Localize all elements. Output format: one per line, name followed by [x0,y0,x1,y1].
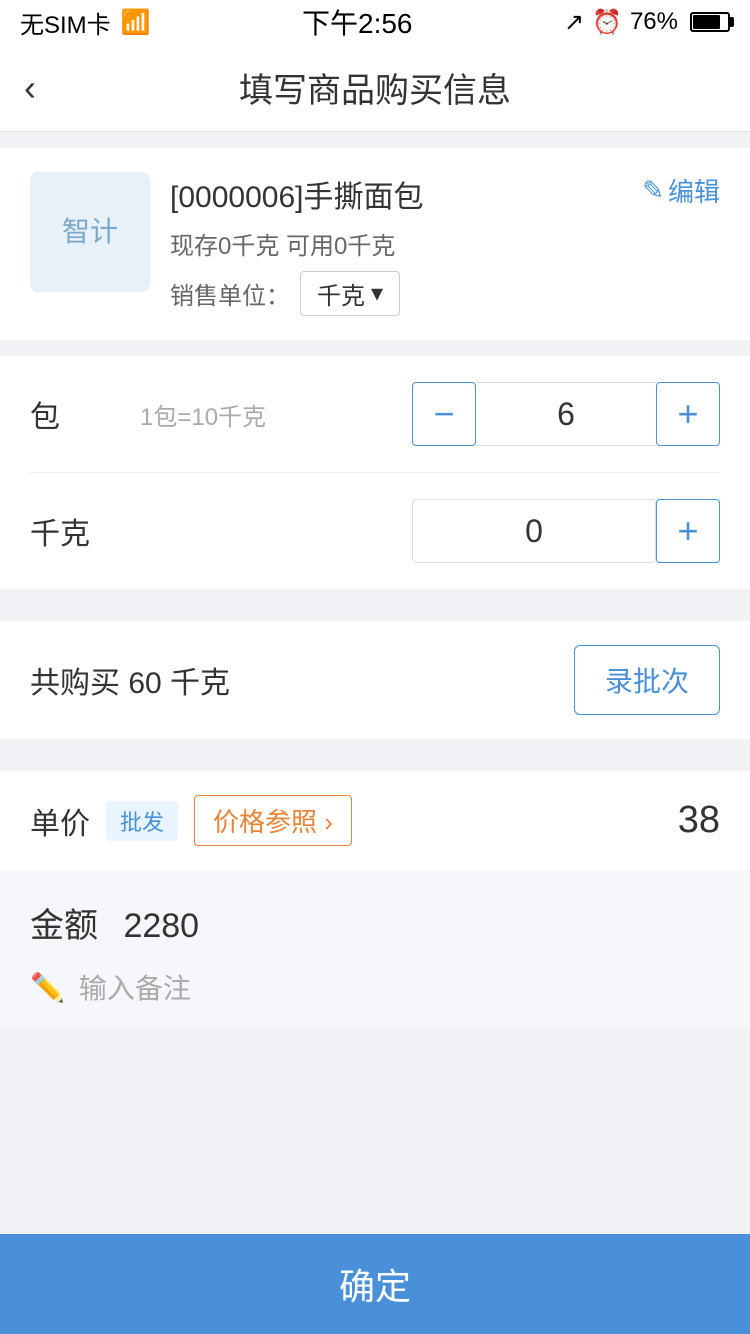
battery-percent: 76% [630,8,678,36]
nav-bar: ‹ 填写商品购买信息 [0,44,750,132]
kg-quantity-input[interactable] [412,499,656,563]
product-info: [0000006]手撕面包 ✎ 编辑 现存0千克 可用0千克 销售单位： 千克 … [170,172,720,316]
dropdown-icon: ▾ [371,279,383,308]
pack-row: 包 1包=10千克 − + [30,356,720,473]
back-button[interactable]: ‹ [24,67,36,109]
edit-label: 编辑 [668,172,720,209]
pack-hint: 1包=10千克 [140,397,412,432]
divider-3 [0,739,750,755]
price-type-tag: 批发 [106,801,178,841]
price-ref-button[interactable]: 价格参照 › [194,795,352,846]
price-row: 单价 批发 价格参照 › 38 [30,795,720,846]
kg-plus-button[interactable]: + [656,499,720,563]
carrier-label: 无SIM卡 [20,5,111,40]
note-row[interactable]: ✏️ 输入备注 [30,967,720,1007]
product-logo: 智计 [62,215,118,249]
summary-text: 共购买 60 千克 [30,658,230,702]
product-stock: 现存0千克 可用0千克 [170,226,720,261]
wifi-icon: 📶 [121,8,151,37]
status-time: 下午2:56 [302,2,413,42]
main-content: 智计 [0000006]手撕面包 ✎ 编辑 现存0千克 可用0千克 销售单位： … [0,132,750,1327]
kg-label: 千克 [30,509,130,553]
price-section: 单价 批发 价格参照 › 38 [0,771,750,870]
quantity-section: 包 1包=10千克 − + 千克 + [0,356,750,589]
pack-quantity-input[interactable] [476,382,656,446]
confirm-bar[interactable]: 确定 [0,1234,750,1334]
unit-label: 销售单位： [170,276,290,311]
divider-2 [0,589,750,605]
status-right: ↗ ⏰ 76% [564,8,730,37]
edit-icon: ✎ [642,175,664,206]
status-left: 无SIM卡 📶 [20,5,151,40]
kg-controls: + [412,499,720,563]
amount-label: 金额 [30,907,98,945]
pack-plus-button[interactable]: + [656,382,720,446]
battery-icon [690,12,730,32]
summary-section: 共购买 60 千克 录批次 [0,621,750,739]
amount-section: 金额 2280 ✏️ 输入备注 [0,870,750,1027]
location-icon: ↗ [564,8,584,37]
divider-1 [0,340,750,356]
note-icon: ✏️ [30,971,65,1004]
edit-button[interactable]: ✎ 编辑 [642,172,720,209]
price-value: 38 [678,799,720,842]
product-image: 智计 [30,172,150,292]
product-name: [0000006]手撕面包 [170,172,423,216]
unit-select[interactable]: 千克 ▾ [300,271,400,316]
kg-row: 千克 + [30,473,720,589]
amount-row: 金额 2280 [30,898,720,947]
unit-value: 千克 [317,276,365,311]
amount-value: 2280 [123,907,199,945]
status-bar: 无SIM卡 📶 下午2:56 ↗ ⏰ 76% [0,0,750,44]
price-ref-label: 价格参照 › [213,802,333,839]
price-label: 单价 [30,799,90,843]
product-card: 智计 [0000006]手撕面包 ✎ 编辑 现存0千克 可用0千克 销售单位： … [0,148,750,340]
note-placeholder: 输入备注 [79,967,191,1007]
batch-button[interactable]: 录批次 [574,645,720,715]
pack-controls: − + [412,382,720,446]
confirm-button[interactable]: 确定 [339,1258,411,1310]
pack-label: 包 [30,392,130,436]
alarm-icon: ⏰ [592,8,622,37]
pack-minus-button[interactable]: − [412,382,476,446]
product-top-row: [0000006]手撕面包 ✎ 编辑 [170,172,720,226]
page-title: 填写商品购买信息 [239,63,511,112]
product-unit-row: 销售单位： 千克 ▾ [170,271,720,316]
